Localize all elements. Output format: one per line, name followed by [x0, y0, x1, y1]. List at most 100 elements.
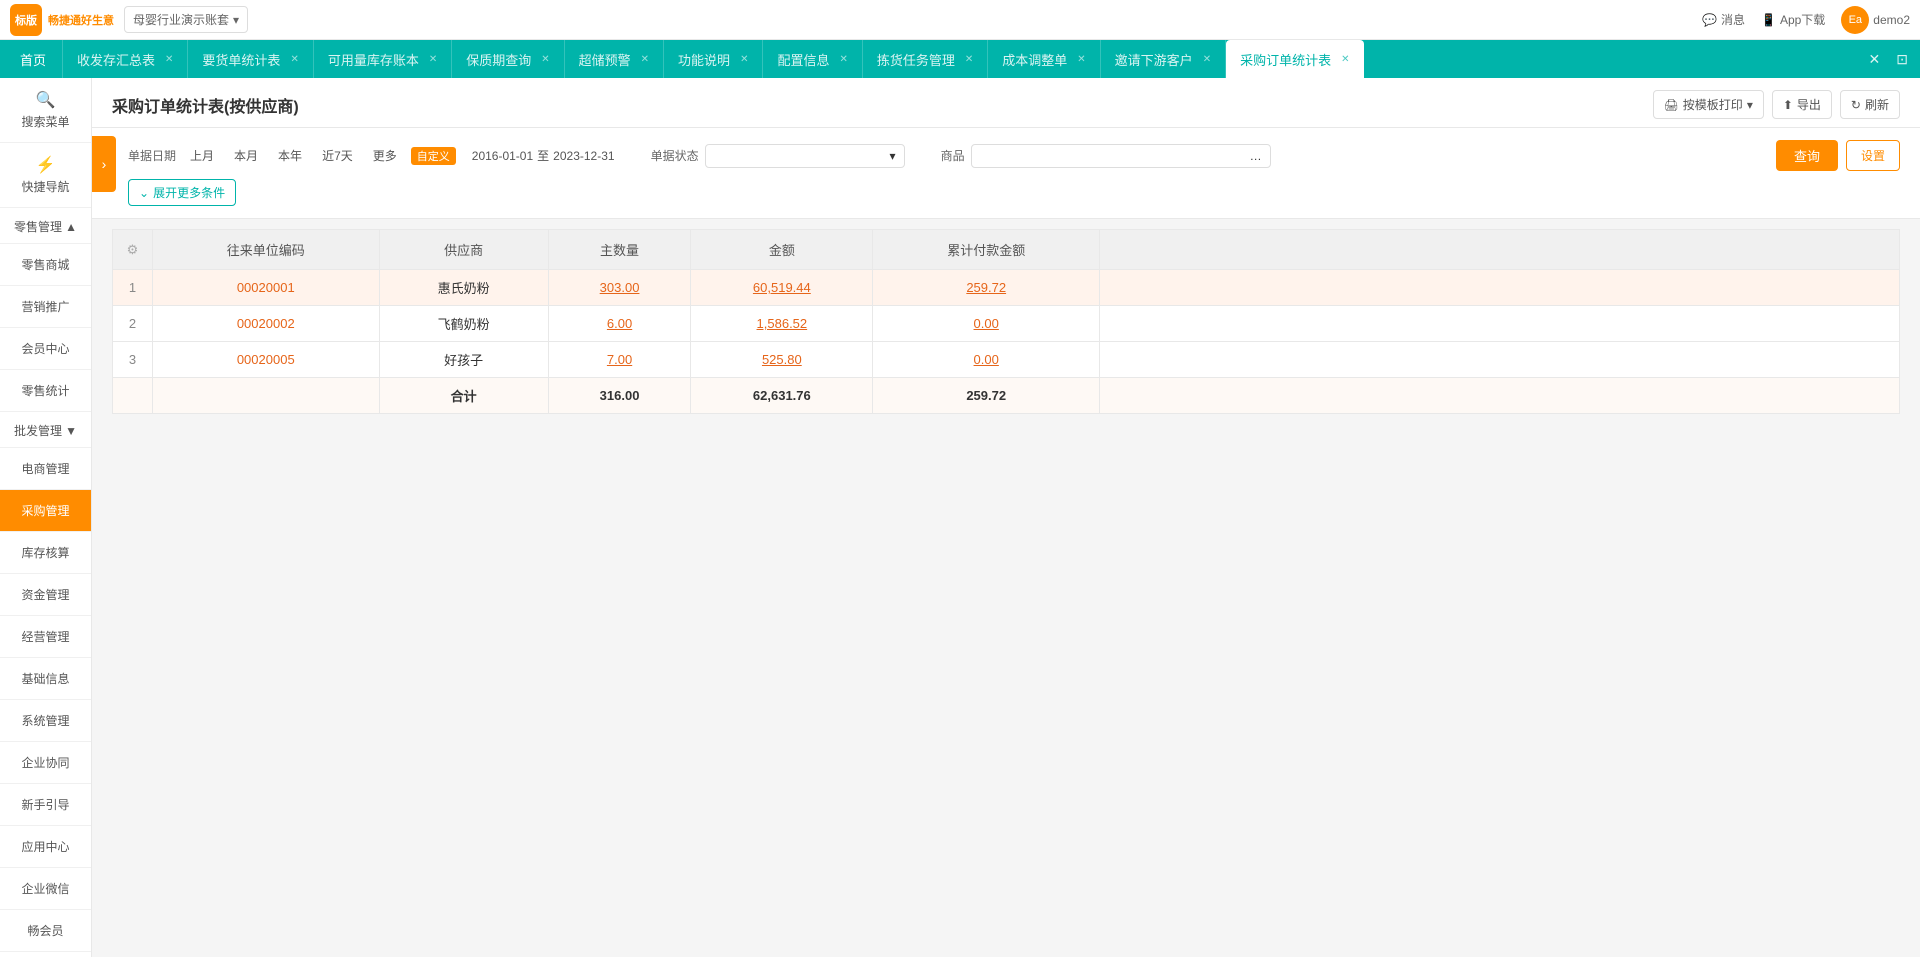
cell-code[interactable]: 00020001 — [153, 270, 380, 306]
settings-icon[interactable]: ⚙ — [127, 242, 139, 257]
filter-toggle-button[interactable]: › — [92, 136, 116, 192]
tab-拣货任务管理[interactable]: 拣货任务管理 ✕ — [863, 40, 988, 78]
query-button[interactable]: 查询 — [1776, 140, 1838, 171]
cell-qty[interactable]: 303.00 — [548, 270, 690, 306]
tab-close-icon[interactable]: ✕ — [1341, 54, 1349, 65]
expand-more-button[interactable]: ⌄ 展开更多条件 — [128, 179, 236, 206]
col-paid: 累计付款金额 — [873, 230, 1100, 270]
table-header-row: ⚙ 往来单位编码 供应商 主数量 金额 累计付款金额 — [113, 230, 1900, 270]
sidebar-item-inventory[interactable]: 库存核算 — [0, 532, 91, 574]
print-icon: 🖨 — [1664, 98, 1679, 112]
tab-采购订单统计表[interactable]: 采购订单统计表 ✕ — [1226, 40, 1364, 78]
cell-amount[interactable]: 60,519.44 — [691, 270, 873, 306]
tab-close-icon[interactable]: ✕ — [965, 54, 973, 65]
goods-select[interactable]: … — [971, 144, 1271, 168]
table-row: 3 00020005 好孩子 7.00 525.80 0.00 — [113, 342, 1900, 378]
sidebar-item-basic-info[interactable]: 基础信息 — [0, 658, 91, 700]
shortcut-this-year[interactable]: 本年 — [270, 145, 310, 166]
app-download-button[interactable]: 📱 App下载 — [1761, 11, 1825, 28]
col-empty — [1100, 230, 1900, 270]
table-head: ⚙ 往来单位编码 供应商 主数量 金额 累计付款金额 — [113, 230, 1900, 270]
table-row: 1 00020001 惠氏奶粉 303.00 60,519.44 259.72 — [113, 270, 1900, 306]
sidebar-item-retail-stats[interactable]: 零售统计 — [0, 370, 91, 412]
sidebar-item-retail-mall[interactable]: 零售商城 — [0, 244, 91, 286]
tab-配置信息[interactable]: 配置信息 ✕ — [763, 40, 862, 78]
quick-nav-icon: ⚡ — [0, 155, 91, 175]
tab-close-icon[interactable]: ✕ — [641, 54, 649, 65]
sidebar-item-vip[interactable]: 畅会员 — [0, 910, 91, 952]
top-bar: 标版 畅捷通好生意 母婴行业演示账套 ▾ 💬 消息 📱 App下载 Ea dem… — [0, 0, 1920, 40]
sidebar-item-ecommerce[interactable]: 电商管理 — [0, 448, 91, 490]
footer-empty2 — [153, 378, 380, 414]
status-select[interactable]: ▾ — [705, 144, 905, 168]
sidebar-item-system[interactable]: 系统管理 — [0, 700, 91, 742]
tab-邀请下游客户[interactable]: 邀请下游客户 ✕ — [1101, 40, 1226, 78]
user-avatar[interactable]: Ea demo2 — [1841, 6, 1910, 34]
tab-home[interactable]: 首页 — [4, 40, 63, 78]
chevron-down-icon: ▾ — [890, 149, 896, 163]
restore-button[interactable]: ⊡ — [1888, 47, 1916, 72]
export-button[interactable]: ⬆ 导出 — [1772, 90, 1832, 119]
tab-close-icon[interactable]: ✕ — [290, 54, 298, 65]
tab-close-icon[interactable]: ✕ — [1077, 54, 1085, 65]
filter-content: 单据日期 上月 本月 本年 近7天 更多 自定义 2016-01-01 — [128, 140, 1900, 206]
sidebar-item-finance[interactable]: 资金管理 — [0, 574, 91, 616]
tab-close-icon[interactable]: ✕ — [429, 54, 437, 65]
sidebar-item-wholesale-mgmt[interactable]: 批发管理 ▼ — [0, 412, 91, 448]
tab-成本调整单[interactable]: 成本调整单 ✕ — [988, 40, 1100, 78]
tab-可用量库存账本[interactable]: 可用量库存账本 ✕ — [314, 40, 452, 78]
tab-保质期查询[interactable]: 保质期查询 ✕ — [452, 40, 564, 78]
message-button[interactable]: 💬 消息 — [1702, 11, 1745, 28]
cell-amount[interactable]: 1,586.52 — [691, 306, 873, 342]
sidebar-item-enterprise-collab[interactable]: 企业协同 — [0, 742, 91, 784]
cell-code[interactable]: 00020005 — [153, 342, 380, 378]
nav-tabs-bar: 首页 收发存汇总表 ✕ 要货单统计表 ✕ 可用量库存账本 ✕ 保质期查询 ✕ 超… — [0, 40, 1920, 78]
tab-close-icon[interactable]: ✕ — [541, 54, 549, 65]
col-gear: ⚙ — [113, 230, 153, 270]
data-table: ⚙ 往来单位编码 供应商 主数量 金额 累计付款金额 1 00020001 — [112, 229, 1900, 414]
tab-close-icon[interactable]: ✕ — [165, 54, 173, 65]
tab-close-icon[interactable]: ✕ — [839, 54, 847, 65]
sidebar-item-retail-mgmt[interactable]: 零售管理 ▲ — [0, 208, 91, 244]
action-buttons: 查询 设置 — [1776, 140, 1900, 171]
sidebar-item-quick-nav[interactable]: ⚡ 快捷导航 — [0, 143, 91, 208]
logo-icon: 标版 — [10, 4, 42, 36]
setting-button[interactable]: 设置 — [1846, 140, 1900, 171]
cell-paid[interactable]: 259.72 — [873, 270, 1100, 306]
tab-功能说明[interactable]: 功能说明 ✕ — [664, 40, 763, 78]
cell-qty[interactable]: 6.00 — [548, 306, 690, 342]
tab-收发存汇总表[interactable]: 收发存汇总表 ✕ — [63, 40, 188, 78]
account-selector[interactable]: 母婴行业演示账套 ▾ — [124, 6, 248, 33]
row-num: 3 — [113, 342, 153, 378]
shortcut-7-days[interactable]: 近7天 — [314, 145, 361, 166]
sidebar-item-search[interactable]: 🔍 搜索菜单 — [0, 78, 91, 143]
shortcut-last-month[interactable]: 上月 — [182, 145, 222, 166]
cell-paid[interactable]: 0.00 — [873, 342, 1100, 378]
close-all-tabs-button[interactable]: ✕ — [1861, 47, 1889, 72]
sidebar-item-new-guide[interactable]: 新手引导 — [0, 784, 91, 826]
tab-close-icon[interactable]: ✕ — [1203, 54, 1211, 65]
footer-paid: 259.72 — [873, 378, 1100, 414]
tab-close-icon[interactable]: ✕ — [740, 54, 748, 65]
cell-qty[interactable]: 7.00 — [548, 342, 690, 378]
shortcut-this-month[interactable]: 本月 — [226, 145, 266, 166]
sidebar-item-marketing[interactable]: 营销推广 — [0, 286, 91, 328]
sidebar-item-app-center[interactable]: 应用中心 — [0, 826, 91, 868]
sidebar-item-operations[interactable]: 经营管理 — [0, 616, 91, 658]
cell-amount[interactable]: 525.80 — [691, 342, 873, 378]
app-icon: 📱 — [1761, 13, 1776, 27]
main-layout: 🔍 搜索菜单 ⚡ 快捷导航 零售管理 ▲ 零售商城 营销推广 会员中心 零售统计… — [0, 78, 1920, 957]
sidebar-item-purchase[interactable]: 采购管理 — [0, 490, 91, 532]
refresh-button[interactable]: ↻ 刷新 — [1840, 90, 1900, 119]
sidebar-item-enterprise-wechat[interactable]: 企业微信 — [0, 868, 91, 910]
shortcut-more[interactable]: 更多 — [365, 145, 405, 166]
cell-paid[interactable]: 0.00 — [873, 306, 1100, 342]
tab-要货单统计表[interactable]: 要货单统计表 ✕ — [188, 40, 313, 78]
custom-date-tag[interactable]: 自定义 — [411, 147, 456, 165]
cell-code[interactable]: 00020002 — [153, 306, 380, 342]
sidebar: 🔍 搜索菜单 ⚡ 快捷导航 零售管理 ▲ 零售商城 营销推广 会员中心 零售统计… — [0, 78, 92, 957]
sidebar-item-member-center[interactable]: 会员中心 — [0, 328, 91, 370]
col-supplier: 供应商 — [379, 230, 548, 270]
tab-超储预警[interactable]: 超储预警 ✕ — [565, 40, 664, 78]
template-print-button[interactable]: 🖨 按模板打印 ▾ — [1653, 90, 1764, 119]
